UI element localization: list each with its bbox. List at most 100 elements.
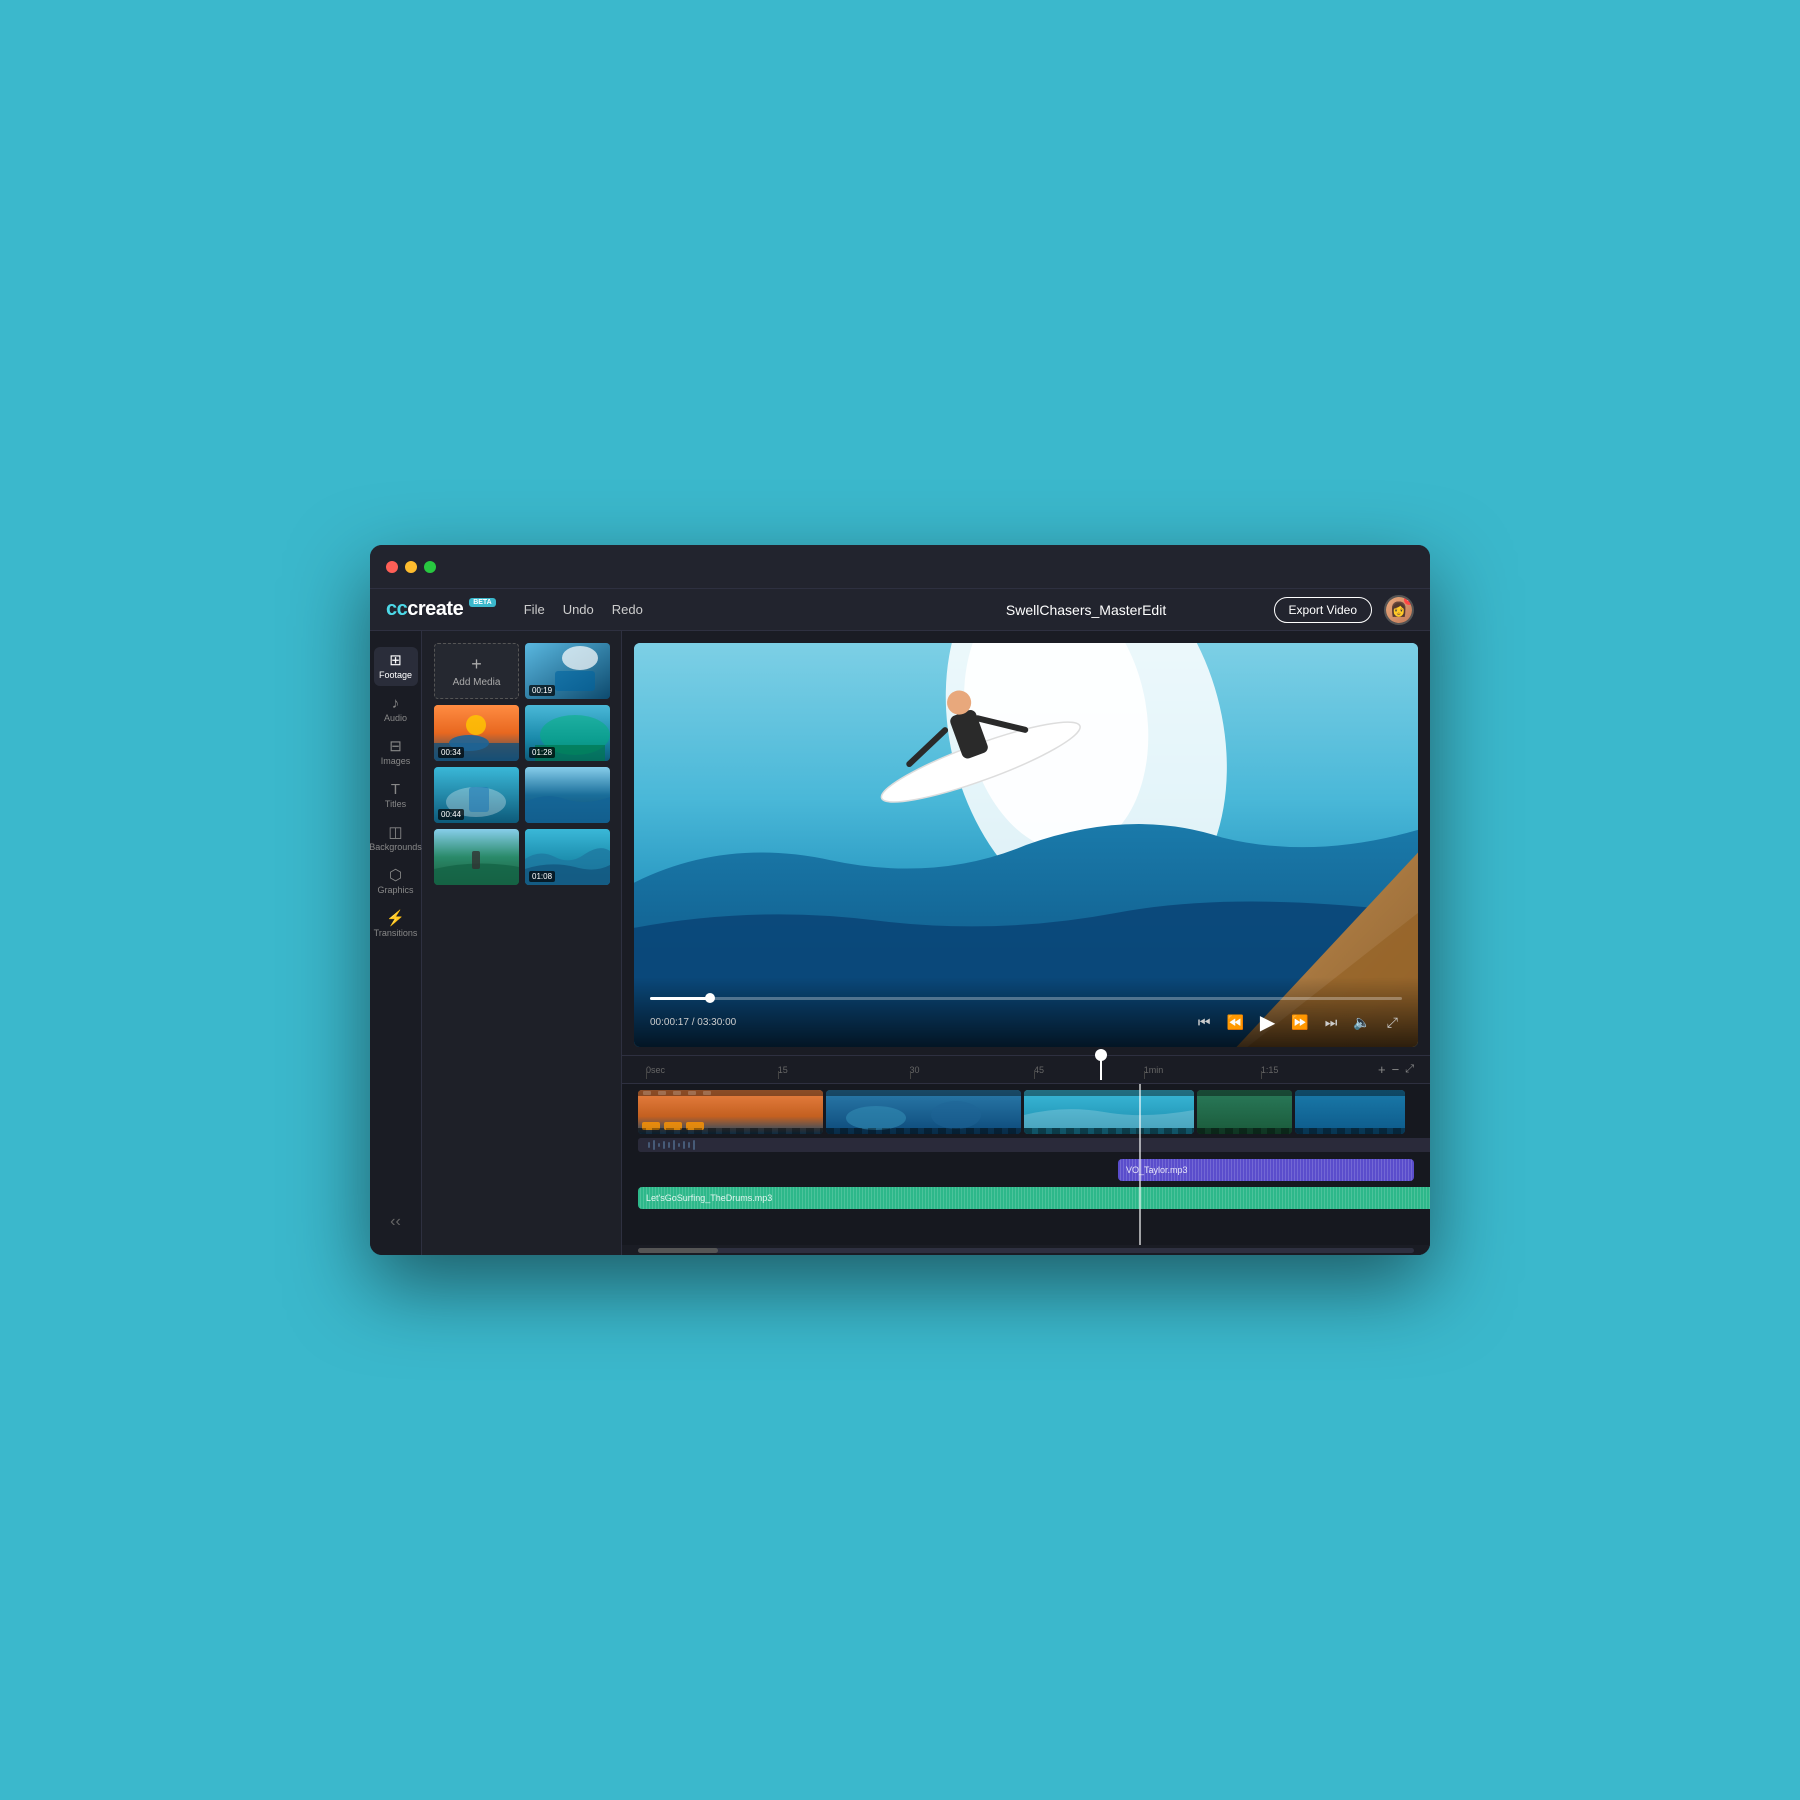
sidebar-label-backgrounds: Backgrounds [370, 842, 422, 852]
music-audio-label: Let'sGoSurfing_TheDrums.mp3 [646, 1193, 772, 1203]
controls-row: 00:00:17 / 03:30:00 ⏮ ⏪ ▶ ⏩ ⏭ 🔈 ⤢ [650, 1008, 1402, 1037]
fast-forward-button[interactable]: ⏩ [1287, 1012, 1312, 1033]
ruler-mark-115: 1:15 [1261, 1065, 1279, 1075]
graphics-icon: ⬡ [389, 868, 402, 883]
ruler-marks: 0sec 15 30 45 1min 1:15 [646, 1056, 1378, 1083]
video-clip-1[interactable] [638, 1090, 823, 1134]
sidebar-label-graphics: Graphics [378, 885, 414, 895]
notification-badge: 2 [1404, 595, 1414, 605]
menu-items: File Undo Redo [524, 602, 899, 617]
zoom-fit-button[interactable]: ⤢ [1405, 1063, 1414, 1076]
video-preview: 00:00:17 / 03:30:00 ⏮ ⏪ ▶ ⏩ ⏭ 🔈 ⤢ [634, 643, 1418, 1047]
add-icon: + [471, 654, 482, 675]
preview-area: 00:00:17 / 03:30:00 ⏮ ⏪ ▶ ⏩ ⏭ 🔈 ⤢ [622, 631, 1430, 1055]
video-clip-2[interactable] [826, 1090, 1021, 1134]
app-window: cccreate BETA File Undo Redo SwellChaser… [370, 545, 1430, 1255]
main-content: ⊞ Footage ♪ Audio ⊟ Images T Titles ◫ Ba… [370, 631, 1430, 1255]
sidebar-item-images[interactable]: ⊟ Images [374, 733, 418, 772]
title-bar [370, 545, 1430, 589]
logo-create: create [407, 598, 463, 620]
video-clip-5[interactable] [1295, 1090, 1405, 1134]
thumb-duration-2: 00:34 [438, 747, 464, 758]
menu-undo[interactable]: Undo [563, 602, 594, 617]
minimize-button[interactable] [405, 561, 417, 573]
thumb-duration-3: 01:28 [529, 747, 555, 758]
logo-cc: cc [386, 598, 407, 620]
icon-sidebar: ⊞ Footage ♪ Audio ⊟ Images T Titles ◫ Ba… [370, 631, 422, 1255]
rewind-button[interactable]: ⏪ [1222, 1012, 1247, 1033]
sidebar-label-images: Images [381, 756, 411, 766]
media-thumbnail-1[interactable]: 00:19 [525, 643, 610, 699]
header-right: Export Video 👩 2 [1274, 595, 1415, 625]
sidebar-item-audio[interactable]: ♪ Audio [374, 690, 418, 729]
thumb-duration-1: 00:19 [529, 685, 555, 696]
scrollbar-track[interactable] [638, 1248, 1414, 1253]
titles-icon: T [391, 782, 400, 797]
sidebar-label-transitions: Transitions [374, 928, 418, 938]
add-media-label: Add Media [453, 677, 501, 688]
collapse-sidebar-button[interactable]: ‹‹ [382, 1205, 409, 1239]
zoom-minus-button[interactable]: − [1392, 1062, 1400, 1077]
media-thumbnail-7[interactable]: 01:08 [525, 829, 610, 885]
backgrounds-icon: ◫ [388, 825, 402, 840]
volume-button[interactable]: 🔈 [1349, 1012, 1374, 1033]
menu-bar: cccreate BETA File Undo Redo SwellChaser… [370, 589, 1430, 631]
traffic-lights [386, 561, 436, 573]
media-thumbnail-6[interactable] [434, 829, 519, 885]
ruler-mark-30: 30 [910, 1065, 920, 1075]
footage-icon: ⊞ [389, 653, 402, 668]
sidebar-item-transitions[interactable]: ⚡ Transitions [374, 905, 418, 944]
project-title: SwellChasers_MasterEdit [899, 602, 1274, 618]
fullscreen-button[interactable]: ⤢ [1383, 1012, 1402, 1033]
music-audio-clip[interactable]: Let'sGoSurfing_TheDrums.mp3 [638, 1187, 1430, 1209]
transitions-icon: ⚡ [386, 911, 405, 926]
sidebar-item-graphics[interactable]: ⬡ Graphics [374, 862, 418, 901]
video-clip-3[interactable] [1024, 1090, 1194, 1134]
media-thumbnail-3[interactable]: 01:28 [525, 705, 610, 761]
vo-track-row: VO_Taylor.mp3 [638, 1159, 1414, 1181]
media-thumbnail-2[interactable]: 00:34 [434, 705, 519, 761]
maximize-button[interactable] [424, 561, 436, 573]
ruler-mark-45: 45 [1034, 1065, 1044, 1075]
progress-bar[interactable] [650, 997, 1402, 1000]
sidebar-label-titles: Titles [385, 799, 406, 809]
sidebar-item-footage[interactable]: ⊞ Footage [374, 647, 418, 686]
video-track [638, 1090, 1414, 1134]
music-track-row: Let'sGoSurfing_TheDrums.mp3 [638, 1187, 1414, 1209]
menu-file[interactable]: File [524, 602, 545, 617]
media-grid: + Add Media [434, 643, 609, 885]
beta-badge: BETA [469, 598, 496, 607]
media-thumbnail-5[interactable] [525, 767, 610, 823]
play-button[interactable]: ▶ [1256, 1008, 1279, 1037]
app-logo: cccreate BETA [386, 598, 496, 621]
skip-to-end-button[interactable]: ⏭ [1321, 1012, 1342, 1033]
audio-icon: ♪ [392, 696, 400, 711]
close-button[interactable] [386, 561, 398, 573]
skip-to-start-button[interactable]: ⏮ [1194, 1012, 1215, 1033]
sidebar-label-audio: Audio [384, 713, 407, 723]
player-controls-right: 🔈 ⤢ [1349, 1012, 1402, 1033]
thumb-duration-7: 01:08 [529, 871, 555, 882]
time-display: 00:00:17 / 03:30:00 [650, 1017, 1186, 1028]
progress-handle[interactable] [705, 993, 715, 1003]
video-controls: 00:00:17 / 03:30:00 ⏮ ⏪ ▶ ⏩ ⏭ 🔈 ⤢ [634, 977, 1418, 1047]
add-media-button[interactable]: + Add Media [434, 643, 519, 699]
sidebar-item-backgrounds[interactable]: ◫ Backgrounds [374, 819, 418, 858]
scrollbar-area [622, 1245, 1430, 1255]
ruler-mark-1min: 1min [1144, 1065, 1164, 1075]
progress-fill [650, 997, 710, 1000]
video-track-row [638, 1090, 1414, 1134]
export-button[interactable]: Export Video [1274, 597, 1373, 623]
ruler-playhead [1100, 1054, 1102, 1080]
scrollbar-thumb[interactable] [638, 1248, 718, 1253]
sidebar-item-titles[interactable]: T Titles [374, 776, 418, 815]
sidebar-label-footage: Footage [379, 670, 412, 680]
vo-audio-label: VO_Taylor.mp3 [1126, 1165, 1188, 1175]
media-thumbnail-4[interactable]: 00:44 [434, 767, 519, 823]
avatar[interactable]: 👩 2 [1384, 595, 1414, 625]
zoom-plus-button[interactable]: + [1378, 1062, 1386, 1077]
video-clip-4[interactable] [1197, 1090, 1292, 1134]
vo-audio-clip[interactable]: VO_Taylor.mp3 [1118, 1159, 1414, 1181]
menu-redo[interactable]: Redo [612, 602, 643, 617]
timeline-area: 0sec 15 30 45 1min 1:15 [622, 1055, 1430, 1255]
